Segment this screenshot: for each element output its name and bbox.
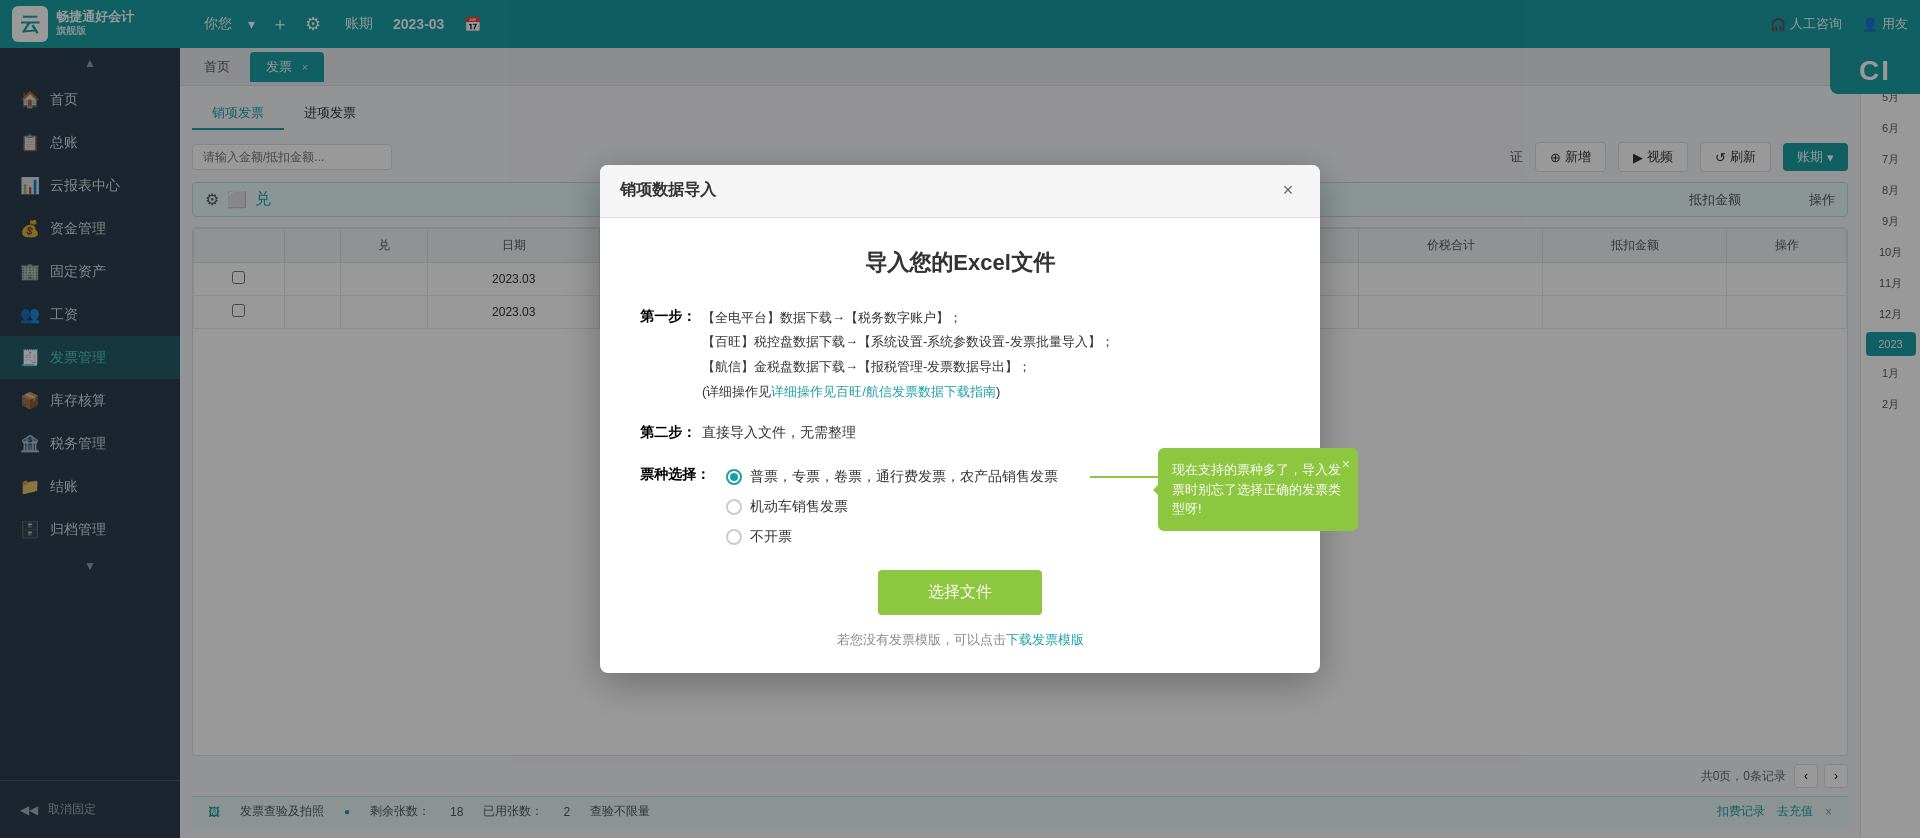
step1-label: 第一步： [640,308,696,326]
step1-link-suf: ) [996,384,1000,399]
modal-main-title: 导入您的Excel文件 [640,248,1280,278]
radio2[interactable] [726,499,742,515]
radio-item-1[interactable]: 普票，专票，卷票，通行费发票，农产品销售发票 [726,468,1058,486]
step1-line1: 【全电平台】数据下载→【税务数字账户】； [702,306,1114,331]
step1-link[interactable]: 详细操作见百旺/航信发票数据下载指南 [771,384,996,399]
radio-group: 普票，专票，卷票，通行费发票，农产品销售发票 × 现在支持的票种多了，导入发票时… [716,468,1058,546]
step1-line2: 【百旺】税控盘数据下载→【系统设置-系统参数设置-发票批量导入】； [702,330,1114,355]
radio1-label: 普票，专票，卷票，通行费发票，农产品销售发票 [750,468,1058,486]
step2-label: 第二步： [640,424,696,442]
modal-overlay: 销项数据导入 × 导入您的Excel文件 第一步： 【全电平台】数据下载→【税务… [0,0,1920,838]
modal: 销项数据导入 × 导入您的Excel文件 第一步： 【全电平台】数据下载→【税务… [600,165,1320,674]
ticket-selection: 票种选择： 普票，专票，卷票，通行费发票，农产品销售发票 [640,462,1280,546]
radio2-label: 机动车销售发票 [750,498,848,516]
modal-header: 销项数据导入 × [600,165,1320,218]
radio3-label: 不开票 [750,528,792,546]
ticket-row: 票种选择： 普票，专票，卷票，通行费发票，农产品销售发票 [640,462,1280,546]
radio-item-3[interactable]: 不开票 [726,528,1058,546]
modal-footer-note: 若您没有发票模版，可以点击下载发票模版 [640,631,1280,649]
download-template-link[interactable]: 下载发票模版 [1006,632,1084,647]
radio3[interactable] [726,529,742,545]
step2-row: 第二步： 直接导入文件，无需整理 [640,424,1280,442]
footer-note-pre: 若您没有发票模版，可以点击 [837,632,1006,647]
step1-block: 第一步： 【全电平台】数据下载→【税务数字账户】； 【百旺】税控盘数据下载→【系… [640,306,1280,405]
ticket-label: 票种选择： [640,466,710,484]
radio1[interactable] [726,469,742,485]
step2-block: 第二步： 直接导入文件，无需整理 [640,424,1280,442]
modal-title: 销项数据导入 [620,180,716,201]
tooltip-bubble: × 现在支持的票种多了，导入发票时别忘了选择正确的发票类型呀! [1158,448,1358,531]
step1-content: 【全电平台】数据下载→【税务数字账户】； 【百旺】税控盘数据下载→【系统设置-系… [702,306,1114,405]
step1-line3: 【航信】金税盘数据下载→【报税管理-发票数据导出】； [702,355,1114,380]
step1-link-pre: (详细操作见 [702,384,771,399]
step1-link-row: (详细操作见详细操作见百旺/航信发票数据下载指南) [702,380,1114,405]
radio-item-2[interactable]: 机动车销售发票 [726,498,1058,516]
tooltip-text: 现在支持的票种多了，导入发票时别忘了选择正确的发票类型呀! [1172,462,1341,516]
radio1-row: 普票，专票，卷票，通行费发票，农产品销售发票 × 现在支持的票种多了，导入发票时… [726,468,1058,486]
select-file-button[interactable]: 选择文件 [878,570,1042,615]
step1-row: 第一步： 【全电平台】数据下载→【税务数字账户】； 【百旺】税控盘数据下载→【系… [640,306,1280,405]
modal-body: 导入您的Excel文件 第一步： 【全电平台】数据下载→【税务数字账户】； 【百… [600,218,1320,674]
modal-close-btn[interactable]: × [1276,179,1300,203]
tooltip-close-btn[interactable]: × [1342,454,1350,475]
step2-content: 直接导入文件，无需整理 [702,424,856,442]
